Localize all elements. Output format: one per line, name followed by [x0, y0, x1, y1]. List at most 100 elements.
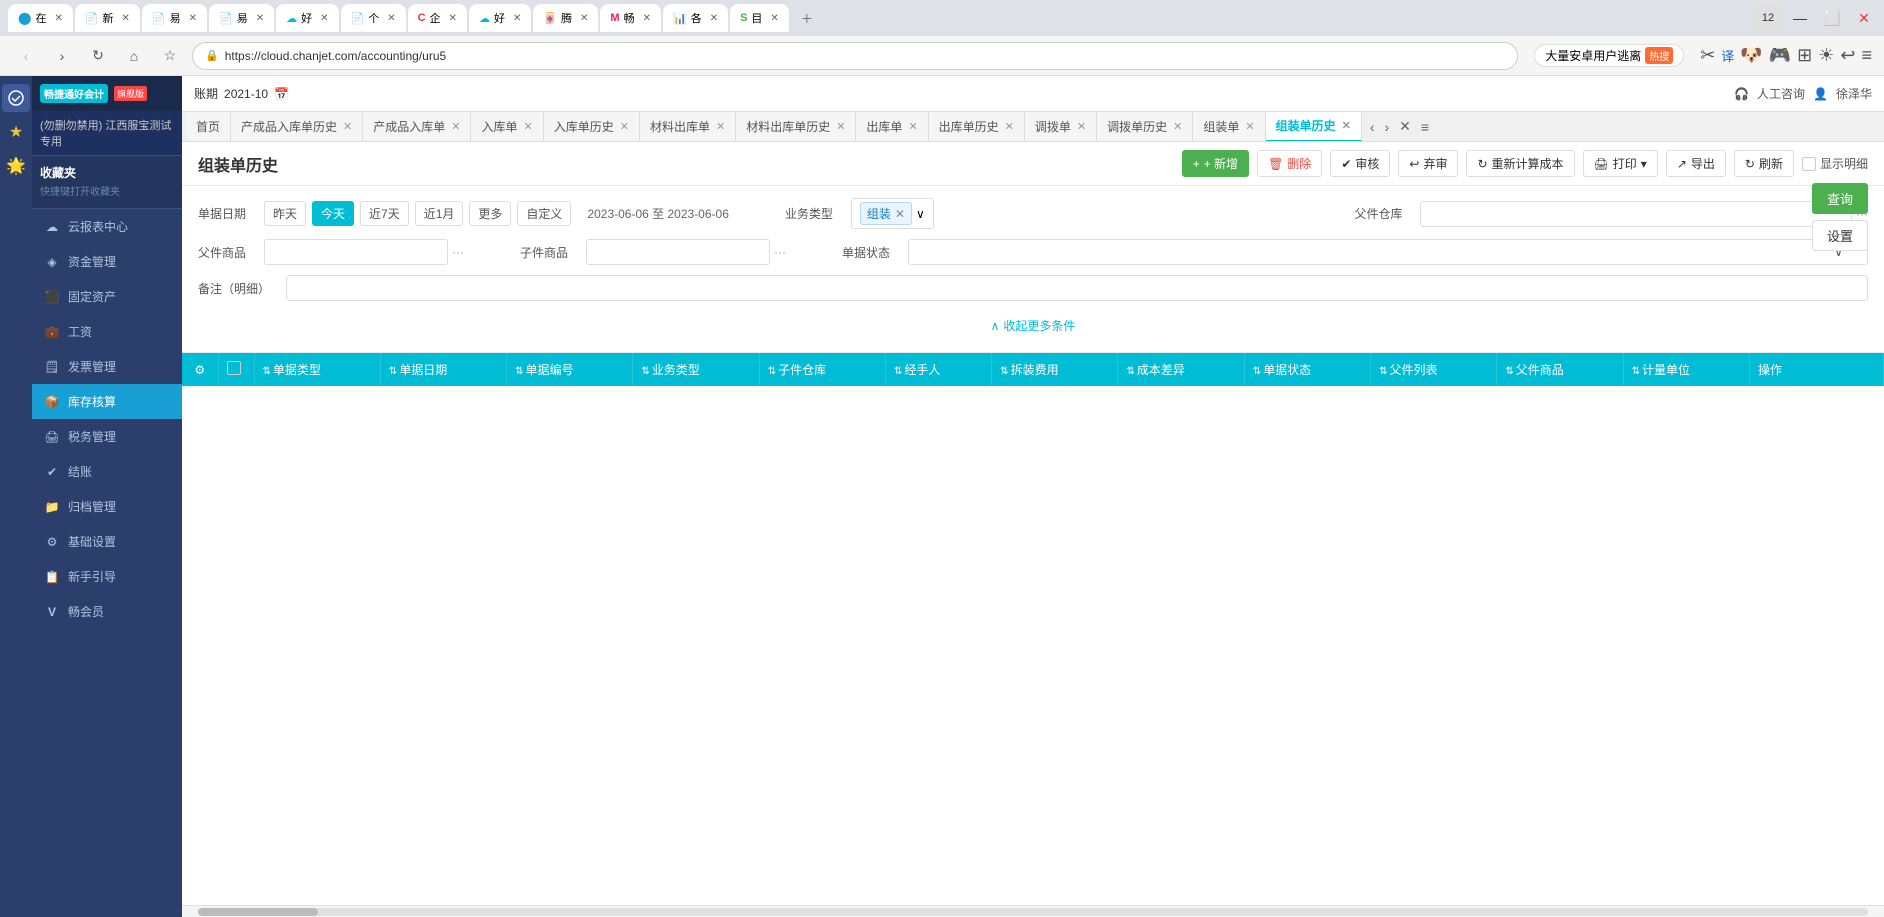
- sidebar-item-tax[interactable]: 🖨 税务管理: [32, 419, 182, 454]
- browser-tab-6[interactable]: 📄 个 ✕: [341, 4, 406, 32]
- parent-goods-more[interactable]: ···: [452, 245, 464, 259]
- tab-instock[interactable]: 入库单 ✕: [471, 112, 543, 142]
- browser-tab-1[interactable]: ⬤ 在 ✕: [8, 4, 73, 32]
- period-selector[interactable]: 账期 2021-10 📅: [194, 85, 289, 102]
- print-button[interactable]: 🖨 打印 ▾: [1583, 150, 1658, 177]
- company-selector[interactable]: (勿删勿禁用) 江西服宝测试专用: [32, 111, 182, 156]
- parent-goods-input[interactable]: [264, 239, 448, 265]
- show-detail-toggle[interactable]: 显示明细: [1802, 155, 1868, 172]
- service-label[interactable]: 人工咨询: [1757, 85, 1805, 102]
- brightness-tool[interactable]: ☀: [1818, 45, 1834, 66]
- tab9-close[interactable]: ✕: [580, 13, 588, 24]
- close-browser-button[interactable]: ✕: [1852, 6, 1876, 30]
- tab12-close[interactable]: ✕: [770, 13, 778, 24]
- recalculate-button[interactable]: ↻ 重新计算成本: [1466, 150, 1574, 177]
- tab-transfer-history-close[interactable]: ✕: [1173, 120, 1182, 133]
- sidebar-item-inventory[interactable]: 📦 库存核算: [32, 384, 182, 419]
- audit-button[interactable]: ✔ 审核: [1330, 150, 1390, 177]
- col-bill-no[interactable]: ⇅单据编号: [507, 353, 633, 386]
- col-cost-diff[interactable]: ⇅成本差异: [1118, 353, 1244, 386]
- browser-tab-7[interactable]: C 企 ✕: [408, 4, 467, 32]
- tab-assemble-history[interactable]: 组装单历史 ✕: [1266, 112, 1362, 142]
- last7days-btn[interactable]: 近7天: [360, 201, 409, 226]
- icon-bar-item-1[interactable]: [2, 84, 30, 112]
- tab-material-outstock[interactable]: 材料出库单 ✕: [640, 112, 736, 142]
- yesterday-btn[interactable]: 昨天: [264, 201, 306, 226]
- tab-instock-history-close[interactable]: ✕: [620, 120, 629, 133]
- collapse-bar[interactable]: ∧ 收起更多条件: [198, 311, 1868, 340]
- tab-produce-instock-history-close[interactable]: ✕: [343, 120, 352, 133]
- tab-material-outstock-history[interactable]: 材料出库单历史 ✕: [736, 112, 856, 142]
- custom-btn[interactable]: 自定义: [517, 201, 571, 226]
- new-button[interactable]: + + 新增: [1182, 150, 1249, 177]
- cut-tool[interactable]: ✂: [1700, 45, 1715, 66]
- sidebar-item-archive[interactable]: 📁 归档管理: [32, 489, 182, 524]
- child-goods-more[interactable]: ···: [774, 245, 786, 259]
- tab-instock-close[interactable]: ✕: [524, 120, 533, 133]
- tab-outstock-history[interactable]: 出库单历史 ✕: [929, 112, 1025, 142]
- col-parent-list[interactable]: ⇅父件列表: [1371, 353, 1497, 386]
- tab-material-outstock-close[interactable]: ✕: [716, 120, 725, 133]
- tab11-close[interactable]: ✕: [710, 13, 718, 24]
- delete-button[interactable]: 🗑 删除: [1257, 150, 1322, 177]
- tab3-close[interactable]: ✕: [189, 13, 197, 24]
- col-unit[interactable]: ⇅计量单位: [1623, 353, 1749, 386]
- tab-produce-instock-close[interactable]: ✕: [451, 120, 460, 133]
- browser-tab-5[interactable]: ☁ 好 ✕: [276, 4, 338, 32]
- sidebar-item-member[interactable]: V 畅会员: [32, 594, 182, 629]
- tab-outstock-close[interactable]: ✕: [908, 120, 917, 133]
- scrollbar-thumb[interactable]: [198, 908, 318, 916]
- translate-tool[interactable]: 译: [1721, 46, 1734, 65]
- tab7-close[interactable]: ✕: [449, 13, 457, 24]
- browser-tab-3[interactable]: 📄 易 ✕: [142, 4, 207, 32]
- back-button[interactable]: ‹: [12, 42, 40, 70]
- tab-outstock[interactable]: 出库单 ✕: [856, 112, 928, 142]
- search-box[interactable]: 大量安卓用户逃离 热搜: [1534, 44, 1684, 67]
- tab10-close[interactable]: ✕: [643, 13, 651, 24]
- export-button[interactable]: ↗ 导出: [1666, 150, 1726, 177]
- browser-tab-9[interactable]: 🀄 腾 ✕: [533, 4, 598, 32]
- table-check-header[interactable]: [218, 353, 254, 386]
- calendar-icon[interactable]: 📅: [274, 87, 289, 101]
- child-goods-input[interactable]: [586, 239, 770, 265]
- col-bill-date[interactable]: ⇅单据日期: [380, 353, 506, 386]
- col-bill-status[interactable]: ⇅单据状态: [1244, 353, 1370, 386]
- col-child-warehouse[interactable]: ⇅子件仓库: [759, 353, 885, 386]
- sidebar-item-cloud-report[interactable]: ☁ 云报表中心: [32, 209, 182, 244]
- bill-status-dropdown[interactable]: ∨: [908, 239, 1868, 265]
- col-business-type[interactable]: ⇅业务类型: [633, 353, 759, 386]
- more-btn[interactable]: 更多: [469, 201, 511, 226]
- minimize-button[interactable]: —: [1788, 6, 1812, 30]
- tab8-close[interactable]: ✕: [513, 13, 521, 24]
- tab-more-button[interactable]: ≡: [1417, 119, 1433, 135]
- tab-material-outstock-history-close[interactable]: ✕: [836, 120, 845, 133]
- tab-transfer[interactable]: 调拨单 ✕: [1025, 112, 1097, 142]
- refresh-button[interactable]: ↻ 刷新: [1734, 150, 1794, 177]
- query-button[interactable]: 查询: [1812, 183, 1868, 214]
- col-disassemble-fee[interactable]: ⇅拆装费用: [992, 353, 1118, 386]
- select-all-checkbox[interactable]: [227, 361, 241, 375]
- tab-produce-instock-history[interactable]: 产成品入库单历史 ✕: [231, 112, 363, 142]
- business-type-select[interactable]: 组装 ✕ ∨: [851, 198, 934, 229]
- sidebar-item-guide[interactable]: 📋 新手引导: [32, 559, 182, 594]
- browser-tab-2[interactable]: 📄 新 ✕: [75, 4, 140, 32]
- horizontal-scrollbar[interactable]: [182, 905, 1884, 917]
- today-btn[interactable]: 今天: [312, 201, 354, 226]
- scrollbar-track[interactable]: [198, 908, 1868, 916]
- browser-tab-11[interactable]: 📊 各 ✕: [663, 4, 728, 32]
- tab-transfer-history[interactable]: 调拨单历史 ✕: [1097, 112, 1193, 142]
- grid-tool[interactable]: ⊞: [1797, 45, 1812, 66]
- tab6-close[interactable]: ✕: [387, 13, 395, 24]
- tab-home[interactable]: 首页: [186, 112, 231, 142]
- remark-input[interactable]: [286, 275, 1868, 301]
- menu-tool[interactable]: ≡: [1861, 45, 1872, 66]
- sidebar-item-settings[interactable]: ⚙ 基础设置: [32, 524, 182, 559]
- tab-instock-history[interactable]: 入库单历史 ✕: [544, 112, 640, 142]
- favorites-section[interactable]: 收藏夹 快捷键打开收藏夹: [32, 156, 182, 209]
- tab-next-button[interactable]: ›: [1381, 119, 1394, 135]
- undo-tool[interactable]: ↩: [1840, 45, 1855, 66]
- tab-assemble-close[interactable]: ✕: [1245, 120, 1254, 133]
- business-type-remove[interactable]: ✕: [895, 207, 905, 221]
- icon-bar-item-2[interactable]: ★: [2, 118, 30, 146]
- tab-close-all[interactable]: ✕: [1395, 118, 1415, 135]
